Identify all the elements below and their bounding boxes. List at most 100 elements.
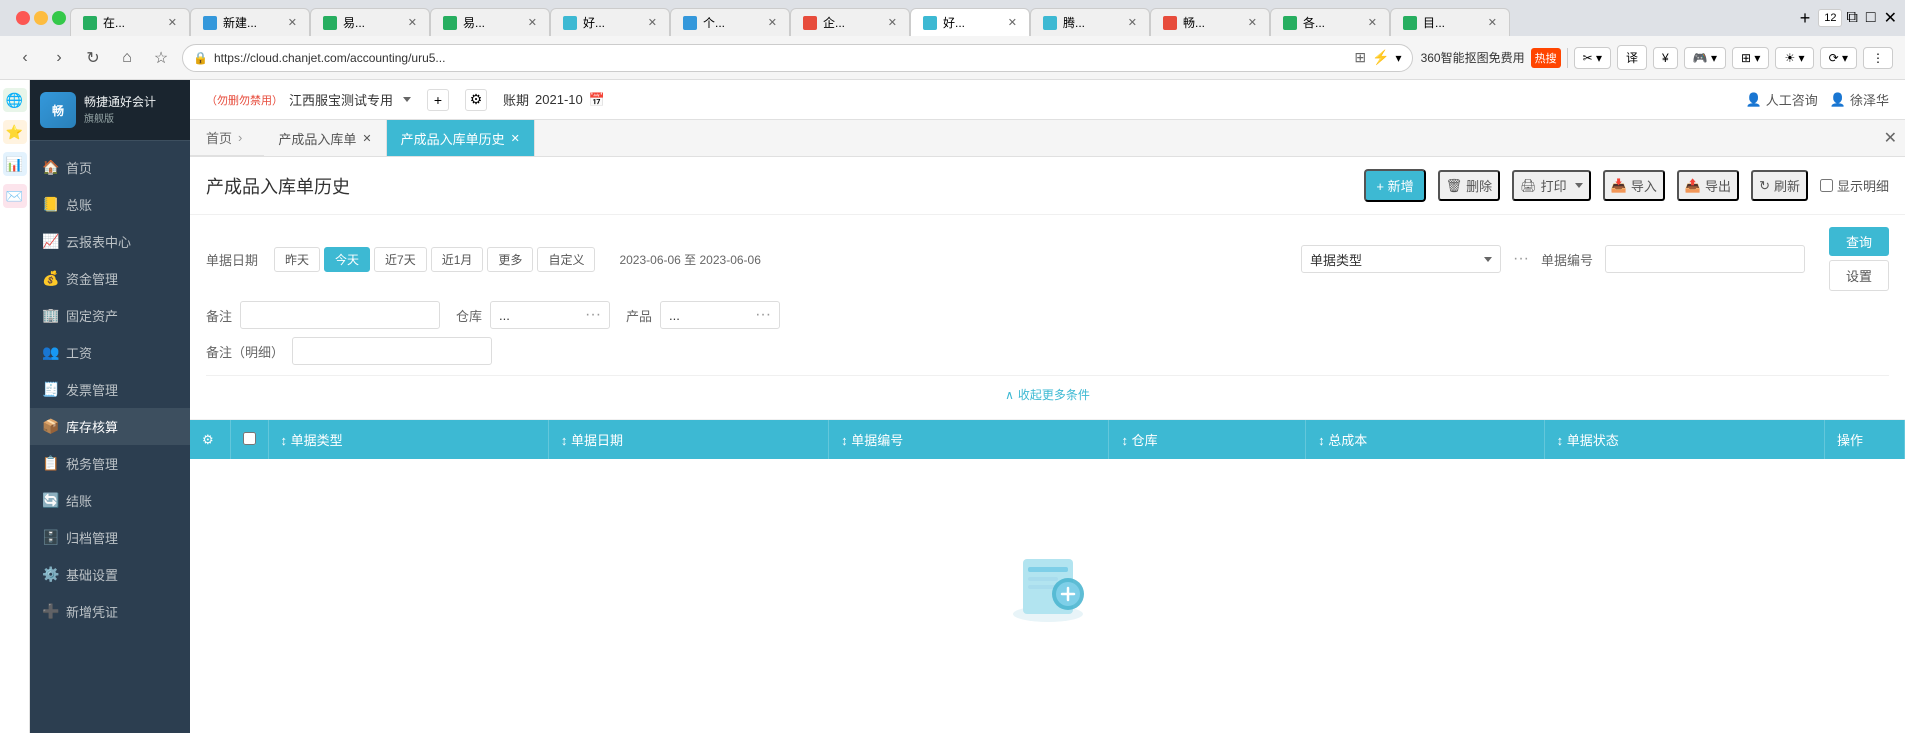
maximize-button[interactable]: □ — [1866, 9, 1876, 27]
browser-tab-t11[interactable]: 各... ✕ — [1270, 8, 1390, 36]
iconbar-favorite[interactable]: ⭐ — [3, 120, 27, 144]
query-button[interactable]: 查询 — [1829, 227, 1889, 256]
user-info[interactable]: 👤 徐泽华 — [1830, 90, 1889, 109]
delete-button[interactable]: 🗑 删除 — [1438, 170, 1501, 201]
tab-close-t9[interactable]: ✕ — [1128, 16, 1137, 29]
collapse-button[interactable]: ∧ 收起更多条件 — [206, 382, 1889, 407]
doc-type-select[interactable]: 单据类型 — [1301, 245, 1501, 273]
th-warehouse[interactable]: ↕ 仓库 — [1109, 420, 1306, 459]
browser-tab-t8[interactable]: 好... ✕ — [910, 8, 1030, 36]
sidebar-item-tax[interactable]: 📋 税务管理 — [30, 445, 190, 482]
select-all-checkbox[interactable] — [243, 432, 256, 445]
browser-tab-t7[interactable]: 企... ✕ — [790, 8, 910, 36]
th-doc-no[interactable]: ↕ 单据编号 — [829, 420, 1109, 459]
sidebar-item-payroll[interactable]: 👥 工资 — [30, 334, 190, 371]
th-doc-type[interactable]: ↕ 单据类型 — [268, 420, 548, 459]
iconbar-mail[interactable]: ✉️ — [3, 184, 27, 208]
calendar-icon[interactable]: 📅 — [589, 92, 605, 108]
product-select[interactable]: ... ··· — [660, 301, 780, 329]
sidebar-item-fund[interactable]: 💰 资金管理 — [30, 260, 190, 297]
window-minimize-button[interactable] — [34, 11, 48, 25]
back-button[interactable]: ‹ — [12, 45, 38, 71]
tab-history-close[interactable]: ✕ — [511, 132, 520, 145]
tab-close-t8[interactable]: ✕ — [1008, 16, 1017, 29]
sidebar-item-checkout[interactable]: 🔄 结账 — [30, 482, 190, 519]
window-maximize-button[interactable] — [52, 11, 66, 25]
tab-close-t7[interactable]: ✕ — [888, 16, 897, 29]
warehouse-select[interactable]: ... ··· — [490, 301, 610, 329]
dropdown-icon[interactable]: ▾ — [1396, 51, 1402, 65]
date-option-3[interactable]: 近1月 — [431, 247, 484, 272]
tab-close-t11[interactable]: ✕ — [1368, 16, 1377, 29]
add-button[interactable]: + 新增 — [1364, 169, 1425, 202]
date-option-4[interactable]: 更多 — [487, 247, 533, 272]
detail-remark-input[interactable] — [292, 337, 492, 365]
browser-tab-t1[interactable]: 在... ✕ — [70, 8, 190, 36]
sidebar-item-ledger[interactable]: 📒 总账 — [30, 186, 190, 223]
browser-tab-t4[interactable]: 易... ✕ — [430, 8, 550, 36]
add-company-button[interactable]: + — [427, 89, 449, 111]
tab-close-t5[interactable]: ✕ — [648, 16, 657, 29]
doc-no-input[interactable] — [1605, 245, 1805, 273]
date-option-0[interactable]: 昨天 — [274, 247, 320, 272]
sidebar-item-invoice[interactable]: 🧾 发票管理 — [30, 371, 190, 408]
yuan-button[interactable]: ¥ — [1653, 47, 1678, 69]
sidebar-item-cloud[interactable]: 📈 云报表中心 — [30, 223, 190, 260]
address-bar[interactable]: 🔒 https://cloud.chanjet.com/accounting/u… — [182, 44, 1413, 72]
bookmark-button[interactable]: ☆ — [148, 45, 174, 71]
tab-close-t4[interactable]: ✕ — [528, 16, 537, 29]
tab-close-t2[interactable]: ✕ — [288, 16, 297, 29]
sync-button[interactable]: ⟳ ▾ — [1820, 47, 1857, 69]
tab-history[interactable]: 产成品入库单历史 ✕ — [387, 120, 535, 156]
sidebar-item-fixed[interactable]: 🏢 固定资产 — [30, 297, 190, 334]
date-option-5[interactable]: 自定义 — [537, 247, 595, 272]
reload-button[interactable]: ↻ — [80, 45, 106, 71]
sidebar-item-inventory[interactable]: 📦 库存核算 — [30, 408, 190, 445]
browser-tab-t6[interactable]: 个... ✕ — [670, 8, 790, 36]
sidebar-item-settings[interactable]: ⚙️ 基础设置 — [30, 556, 190, 593]
refresh-button[interactable]: ↻ 刷新 — [1751, 170, 1808, 201]
tab-close-t1[interactable]: ✕ — [168, 16, 177, 29]
date-option-1[interactable]: 今天 — [324, 247, 370, 272]
game-button[interactable]: 🎮 ▾ — [1684, 47, 1726, 69]
breadcrumb-home[interactable]: 首页 — [206, 128, 232, 147]
export-button[interactable]: 📤 导出 — [1677, 170, 1739, 201]
sidebar-item-archive[interactable]: 🗄️ 归档管理 — [30, 519, 190, 556]
scissors-button[interactable]: ✂ ▾ — [1574, 47, 1611, 69]
date-option-2[interactable]: 近7天 — [374, 247, 427, 272]
import-button[interactable]: 📥 导入 — [1603, 170, 1665, 201]
translate-button[interactable]: 译 — [1617, 45, 1647, 70]
iconbar-browser[interactable]: 🌐 — [3, 88, 27, 112]
print-button[interactable]: 🖨 打印 — [1512, 170, 1591, 201]
show-detail-checkbox-label[interactable]: 显示明细 — [1820, 176, 1889, 195]
th-settings[interactable]: ⚙ — [190, 420, 230, 459]
browser-tab-t9[interactable]: 腾... ✕ — [1030, 8, 1150, 36]
remark-input[interactable] — [240, 301, 440, 329]
browser-tab-t12[interactable]: 目... ✕ — [1390, 8, 1510, 36]
show-detail-checkbox[interactable] — [1820, 179, 1833, 192]
service-button[interactable]: 👤 人工咨询 — [1746, 90, 1818, 109]
tab-close-t10[interactable]: ✕ — [1248, 16, 1257, 29]
restore-button[interactable]: ⧉ — [1846, 9, 1857, 27]
tab-close-t6[interactable]: ✕ — [768, 16, 777, 29]
new-tab-button[interactable]: + — [1800, 8, 1811, 29]
panel-close-button[interactable]: ✕ — [1884, 128, 1905, 148]
th-doc-date[interactable]: ↕ 单据日期 — [548, 420, 828, 459]
theme-button[interactable]: ☀ ▾ — [1775, 47, 1813, 69]
forward-button[interactable]: › — [46, 45, 72, 71]
browser-tab-t2[interactable]: 新建... ✕ — [190, 8, 310, 36]
iconbar-report[interactable]: 📊 — [3, 152, 27, 176]
tab-close-t12[interactable]: ✕ — [1488, 16, 1497, 29]
sidebar-item-newbill[interactable]: ➕ 新增凭证 — [30, 593, 190, 630]
browser-tab-t5[interactable]: 好... ✕ — [550, 8, 670, 36]
grid-view-button[interactable]: ⊞ ▾ — [1732, 47, 1769, 69]
tab-list[interactable]: 产成品入库单 ✕ — [264, 120, 386, 156]
browser-tab-t10[interactable]: 畅... ✕ — [1150, 8, 1270, 36]
company-selector[interactable]: （勿删勿禁用） 江西服宝测试专用 — [206, 90, 411, 109]
home-button[interactable]: ⌂ — [114, 45, 140, 71]
window-close-button[interactable] — [16, 11, 30, 25]
close-button[interactable]: ✕ — [1884, 8, 1897, 28]
more-button[interactable]: ⋮ — [1863, 47, 1893, 69]
filter-settings-button[interactable]: 设置 — [1829, 260, 1889, 291]
sidebar-item-home[interactable]: 🏠 首页 — [30, 149, 190, 186]
